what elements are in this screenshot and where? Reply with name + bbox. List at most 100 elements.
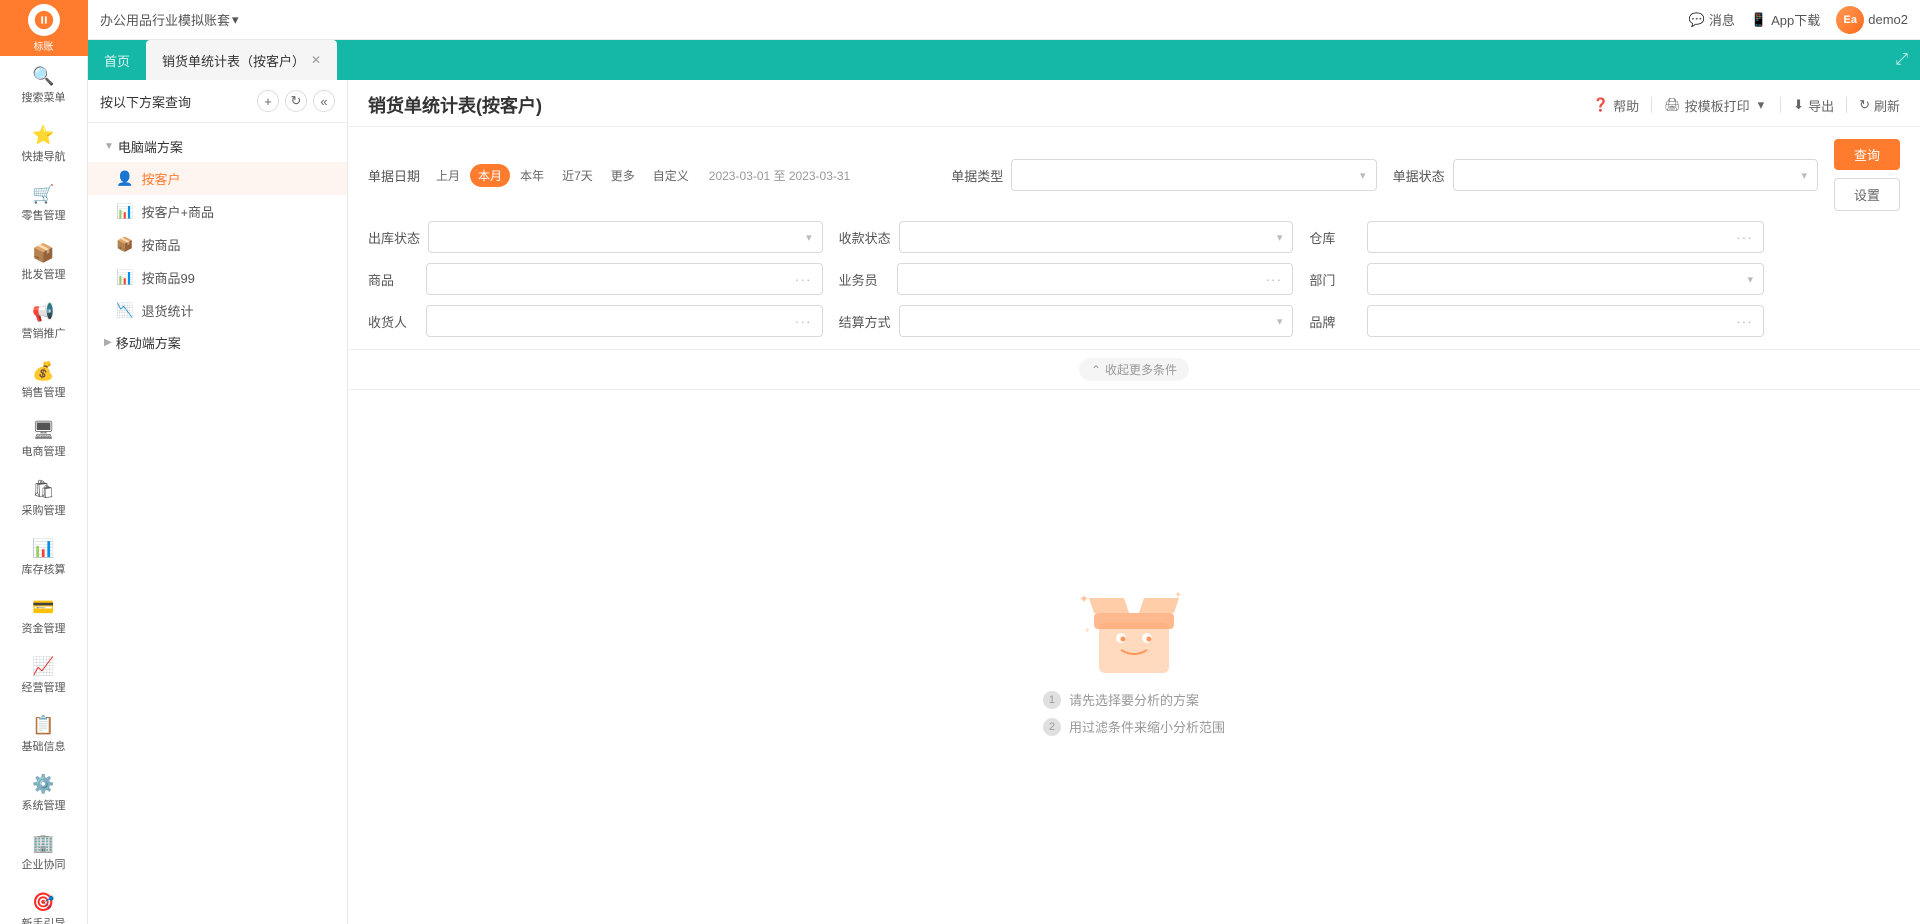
collapse-label: 收起更多条件 xyxy=(1105,361,1177,378)
logo: 标账 xyxy=(0,0,88,56)
tree-group-desktop[interactable]: ▼ 电脑端方案 xyxy=(88,131,347,162)
left-panel-actions: + ↻ « xyxy=(257,90,335,112)
warehouse-select[interactable]: ··· xyxy=(1367,221,1764,253)
print-icon: 🖨 xyxy=(1664,97,1681,113)
tab-close-icon[interactable]: ✕ xyxy=(311,53,321,67)
filter-receiver: 收货人 ··· xyxy=(368,305,823,337)
date-tab-custom[interactable]: 自定义 xyxy=(645,164,697,187)
search-icon: 🔍 xyxy=(32,66,54,87)
tree-item-by-product[interactable]: 📦 按商品 xyxy=(88,228,347,261)
collapse-panel-btn[interactable]: « xyxy=(313,90,335,112)
tree-item-by-product-99[interactable]: 📊 按商品99 xyxy=(88,261,347,294)
chevron-down-icon[interactable]: ▾ xyxy=(1754,97,1769,113)
receiver-select[interactable]: ··· xyxy=(426,305,823,337)
logo-icon xyxy=(28,4,60,36)
sidebar-item-purchase[interactable]: 🛍 采购管理 xyxy=(0,469,87,528)
sidebar: 标账 🔍 搜索菜单 ⭐ 快捷导航 🛒 零售管理 📦 批发管理 📢 营销推广 💰 … xyxy=(0,0,88,924)
date-tab-7-days[interactable]: 近7天 xyxy=(554,164,601,187)
brand-select[interactable]: ··· xyxy=(1367,305,1764,337)
out-status-select[interactable]: ▾ xyxy=(428,221,823,253)
tree-group-mobile[interactable]: ▶ 移动端方案 xyxy=(88,327,347,358)
date-label: 单据日期 xyxy=(368,166,420,185)
tab-sales-stat[interactable]: 销货单统计表（按客户） ✕ xyxy=(146,40,337,80)
settings-button[interactable]: 设置 xyxy=(1834,178,1900,211)
dots-icon: ··· xyxy=(1265,271,1282,287)
sidebar-item-inventory[interactable]: 📊 库存核算 xyxy=(0,528,87,587)
filter-collect-status: 收款状态 ▾ xyxy=(839,221,1294,253)
date-tab-this-year[interactable]: 本年 xyxy=(512,164,552,187)
tree-group-desktop-label: 电脑端方案 xyxy=(118,137,183,156)
tab-home[interactable]: 首页 xyxy=(88,40,146,80)
sidebar-item-newbie[interactable]: 🎯 新手引导 xyxy=(0,882,87,924)
action-buttons: 查询 设置 xyxy=(1834,139,1900,211)
sidebar-item-basic[interactable]: 📋 基础信息 xyxy=(0,705,87,764)
message-btn[interactable]: 💬 消息 xyxy=(1689,10,1735,29)
query-button[interactable]: 查询 xyxy=(1834,139,1900,170)
wholesale-icon: 📦 xyxy=(32,243,54,264)
sidebar-item-quick-nav[interactable]: ⭐ 快捷导航 xyxy=(0,115,87,174)
chevron-down-icon: ▾ xyxy=(1360,169,1366,182)
inst-text-1: 请先选择要分析的方案 xyxy=(1069,690,1199,709)
salesperson-select[interactable]: ··· xyxy=(897,263,1294,295)
tab-expand-icon[interactable]: ⤢ xyxy=(1883,51,1920,69)
refresh-btn[interactable]: ↻ 刷新 xyxy=(1859,96,1900,115)
user-profile[interactable]: Ea demo2 xyxy=(1836,6,1908,34)
divider xyxy=(1651,97,1652,113)
help-btn[interactable]: ❓ 帮助 xyxy=(1593,96,1639,115)
topbar-right: 💬 消息 📱 App下载 Ea demo2 xyxy=(1689,6,1908,34)
date-tab-last-month[interactable]: 上月 xyxy=(428,164,468,187)
collapse-btn[interactable]: ⌃ 收起更多条件 xyxy=(1079,358,1189,381)
settlement-select[interactable]: ▾ xyxy=(899,305,1294,337)
export-btn[interactable]: ⬇ 导出 xyxy=(1793,96,1834,115)
date-tab-more[interactable]: 更多 xyxy=(603,164,643,187)
warehouse-label: 仓库 xyxy=(1309,228,1359,247)
dots-icon: ··· xyxy=(795,313,812,329)
topbar-left: 办公用品行业模拟账套 ▾ xyxy=(100,10,239,29)
doc-status-select[interactable]: ▾ xyxy=(1453,159,1818,191)
collect-status-select[interactable]: ▾ xyxy=(899,221,1294,253)
sidebar-item-marketing[interactable]: 📢 营销推广 xyxy=(0,292,87,351)
empty-inst-1: 1 请先选择要分析的方案 xyxy=(1043,690,1225,709)
filter-warehouse: 仓库 ··· xyxy=(1309,221,1764,253)
tree-item-by-product-99-label: 按商品99 xyxy=(141,268,194,287)
expand-arrow-icon: ▼ xyxy=(104,141,114,152)
doc-type-select[interactable]: ▾ xyxy=(1011,159,1376,191)
sidebar-item-label: 营销推广 xyxy=(22,325,66,341)
sidebar-item-label: 经营管理 xyxy=(22,679,66,695)
refresh-scheme-btn[interactable]: ↻ xyxy=(285,90,307,112)
product-select[interactable]: ··· xyxy=(426,263,823,295)
company-selector[interactable]: 办公用品行业模拟账套 ▾ xyxy=(100,10,239,29)
add-scheme-btn[interactable]: + xyxy=(257,90,279,112)
tree-item-by-customer[interactable]: 👤 按客户 xyxy=(88,162,347,195)
sidebar-item-sales[interactable]: 💰 销售管理 xyxy=(0,351,87,410)
date-tab-this-month[interactable]: 本月 xyxy=(470,164,510,187)
app-download-btn[interactable]: 📱 App下载 xyxy=(1751,10,1820,29)
dept-select[interactable]: ▾ xyxy=(1367,263,1764,295)
sidebar-item-business[interactable]: 📈 经营管理 xyxy=(0,646,87,705)
tree-item-by-customer-product[interactable]: 📊 按客户+商品 xyxy=(88,195,347,228)
filter-settlement: 结算方式 ▾ xyxy=(839,305,1294,337)
tab-home-label: 首页 xyxy=(104,51,130,70)
sidebar-item-enterprise[interactable]: 🏢 企业协同 xyxy=(0,823,87,882)
sidebar-item-label: 搜索菜单 xyxy=(22,89,66,105)
sidebar-item-finance[interactable]: 💳 资金管理 xyxy=(0,587,87,646)
empty-icon: ✦ ✦ ✦ xyxy=(1074,578,1194,678)
left-panel-title: 按以下方案查询 xyxy=(100,92,191,111)
sidebar-item-label: 销售管理 xyxy=(22,384,66,400)
print-label: 按模板打印 xyxy=(1685,96,1750,115)
sidebar-item-system[interactable]: ⚙️ 系统管理 xyxy=(0,764,87,823)
user-name: demo2 xyxy=(1868,12,1908,27)
tree-item-return-stat[interactable]: 📉 退货统计 xyxy=(88,294,347,327)
sidebar-item-ecom[interactable]: 🖥 电商管理 xyxy=(0,410,87,469)
empty-state: ✦ ✦ ✦ 1 请先选择要分析的方案 2 用过滤条件来缩小分析范围 xyxy=(348,390,1920,924)
sales-icon: 💰 xyxy=(32,361,54,382)
sidebar-item-label: 资金管理 xyxy=(22,620,66,636)
print-btn[interactable]: 🖨 按模板打印 ▾ xyxy=(1664,96,1768,115)
sidebar-item-wholesale[interactable]: 📦 批发管理 xyxy=(0,233,87,292)
dots-icon: ··· xyxy=(1736,313,1753,329)
filter-doc-type: 单据类型 ▾ xyxy=(951,159,1376,191)
sidebar-item-retail[interactable]: 🛒 零售管理 xyxy=(0,174,87,233)
product-icon: 📦 xyxy=(116,236,133,253)
chevron-down-icon: ▾ xyxy=(806,231,812,244)
sidebar-item-search[interactable]: 🔍 搜索菜单 xyxy=(0,56,87,115)
